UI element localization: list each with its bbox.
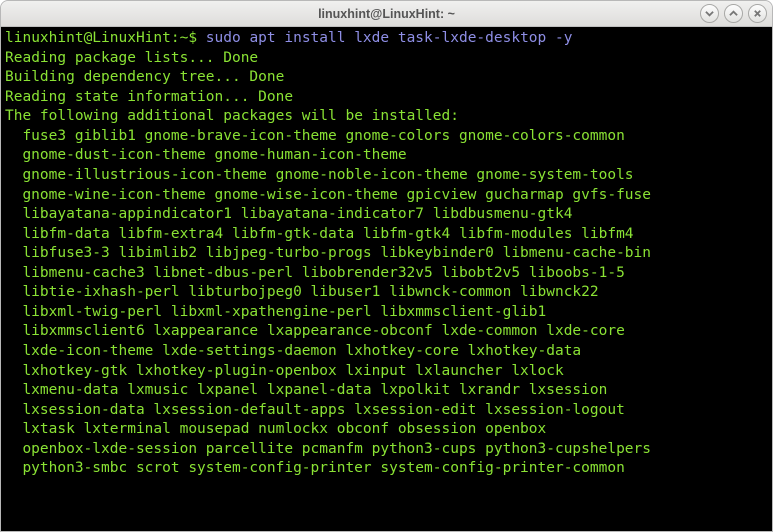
package-line: libayatana-appindicator1 libayatana-indi…	[5, 205, 768, 225]
package-line: libfuse3-3 libimlib2 libjpeg-turbo-progs…	[5, 244, 768, 264]
package-line: gnome-wine-icon-theme gnome-wise-icon-th…	[5, 186, 768, 206]
output-line: Reading package lists... Done	[5, 50, 258, 66]
window-title: linuxhint@LinuxHint: ~	[318, 7, 455, 21]
package-line: libmenu-cache3 libnet-dbus-perl libobren…	[5, 264, 768, 284]
package-line: python3-smbc scrot system-config-printer…	[5, 459, 768, 479]
chevron-down-icon	[705, 9, 714, 18]
package-line: fuse3 giblib1 gnome-brave-icon-theme gno…	[5, 127, 768, 147]
maximize-button[interactable]	[724, 4, 743, 23]
output-line: The following additional packages will b…	[5, 108, 459, 124]
chevron-up-icon	[729, 9, 738, 18]
package-line: openbox-lxde-session parcellite pcmanfm …	[5, 440, 768, 460]
package-line: libfm-data libfm-extra4 libfm-gtk-data l…	[5, 225, 768, 245]
package-line: gnome-illustrious-icon-theme gnome-noble…	[5, 166, 768, 186]
package-line: libxmmsclient6 lxappearance lxappearance…	[5, 322, 768, 342]
package-line: lxmenu-data lxmusic lxpanel lxpanel-data…	[5, 381, 768, 401]
output-line: Reading state information... Done	[5, 89, 293, 105]
package-line: lxsession-data lxsession-default-apps lx…	[5, 401, 768, 421]
package-line: lxde-icon-theme lxde-settings-daemon lxh…	[5, 342, 768, 362]
minimize-button[interactable]	[700, 4, 719, 23]
package-line: libxml-twig-perl libxml-xpathengine-perl…	[5, 303, 768, 323]
package-line: gnome-dust-icon-theme gnome-human-icon-t…	[5, 146, 768, 166]
package-line: libtie-ixhash-perl libturbojpeg0 libuser…	[5, 283, 768, 303]
close-icon	[753, 9, 762, 18]
terminal-viewport[interactable]: linuxhint@LinuxHint:~$ sudo apt install …	[1, 27, 772, 531]
terminal-window: linuxhint@LinuxHint: ~ linuxhint@LinuxHi…	[0, 0, 773, 532]
shell-command: sudo apt install lxde task-lxde-desktop …	[206, 30, 573, 46]
close-button[interactable]	[748, 4, 767, 23]
window-controls	[700, 4, 767, 23]
output-line: Building dependency tree... Done	[5, 69, 284, 85]
shell-prompt: linuxhint@LinuxHint:~$	[5, 30, 206, 46]
package-line: lxhotkey-gtk lxhotkey-plugin-openbox lxi…	[5, 362, 768, 382]
titlebar: linuxhint@LinuxHint: ~	[1, 1, 772, 27]
package-line: lxtask lxterminal mousepad numlockx obco…	[5, 420, 768, 440]
